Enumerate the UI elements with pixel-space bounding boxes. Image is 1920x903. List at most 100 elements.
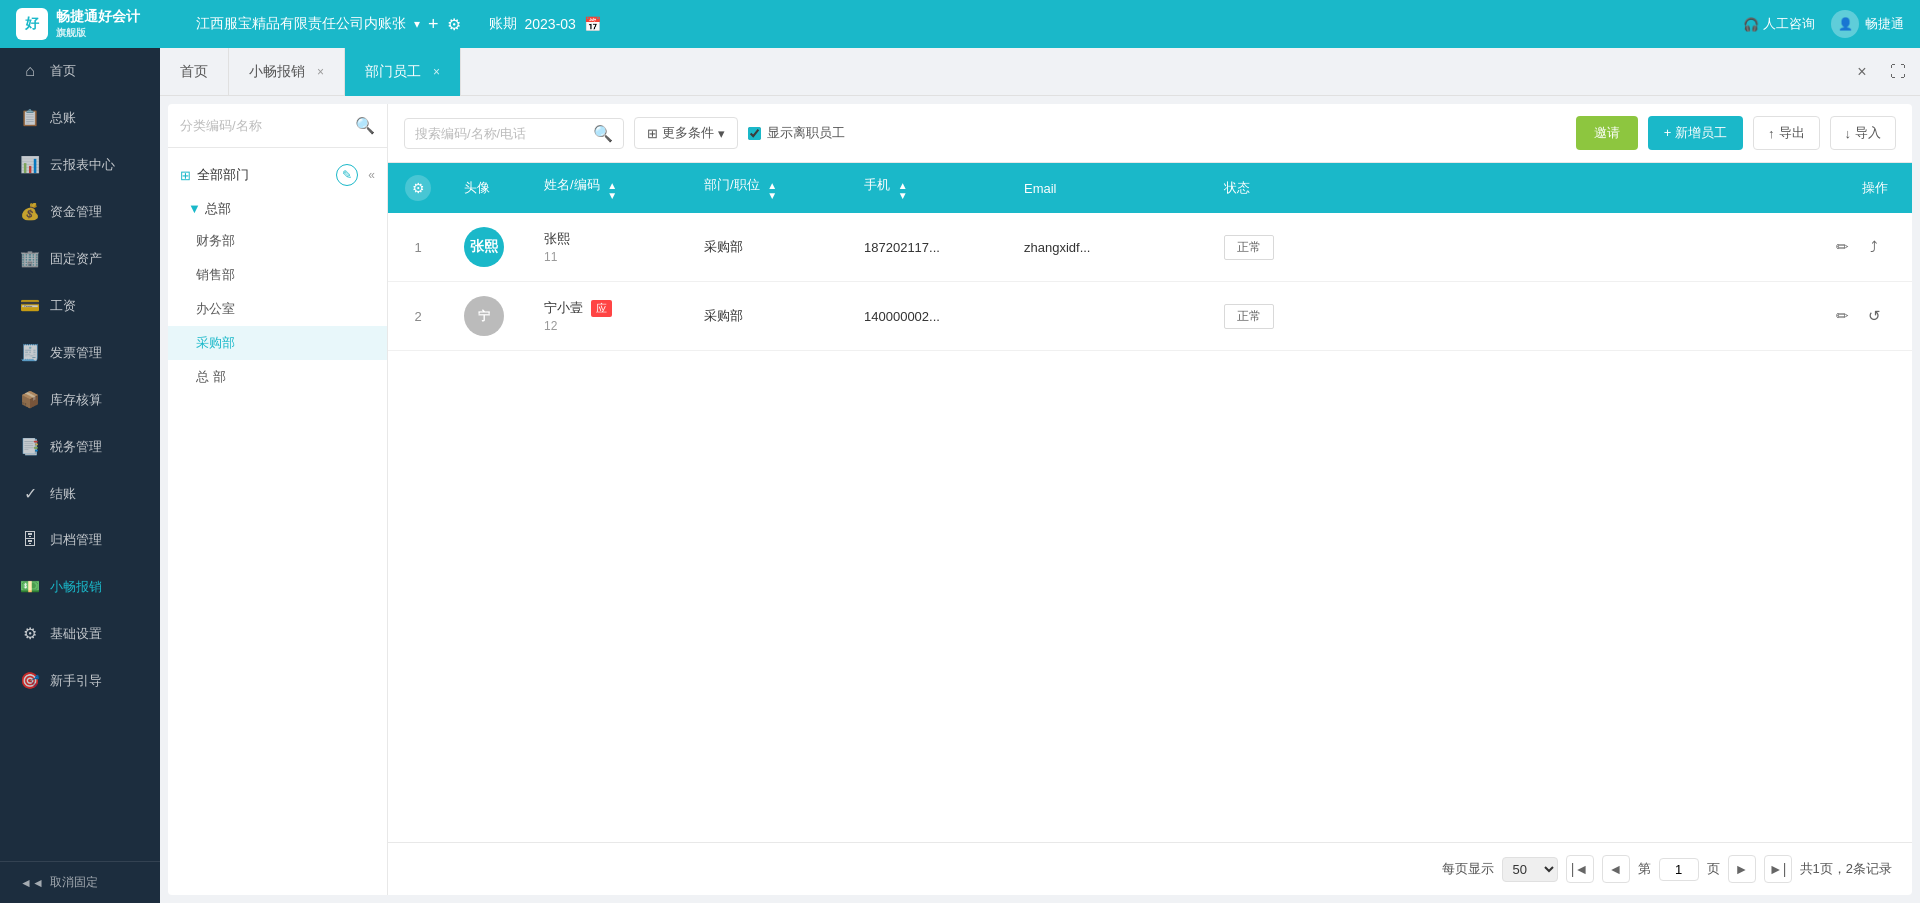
show-resigned-checkbox[interactable] <box>748 127 761 140</box>
employee-avatar: 张熙 <box>464 227 504 267</box>
tab-home[interactable]: 首页 <box>160 48 229 96</box>
user-avatar: 👤 <box>1831 10 1859 38</box>
status-badge: 正常 <box>1224 235 1274 260</box>
cancel-fixed-btn[interactable]: ◄◄ 取消固定 <box>0 861 160 903</box>
sidebar-item-reports[interactable]: 📊 云报表中心 <box>0 141 160 188</box>
employee-name: 张熙 <box>544 230 672 248</box>
th-settings: ⚙ <box>388 163 448 213</box>
tab-expense-report[interactable]: 小畅报销 × <box>229 48 345 96</box>
dept-collapse-icon[interactable]: « <box>368 168 375 182</box>
dept-finance[interactable]: 财务部 <box>168 224 387 258</box>
main-layout: ⌂ 首页 📋 总账 📊 云报表中心 💰 资金管理 🏢 固定资产 💳 工资 🧾 发… <box>0 48 1920 903</box>
emp-search-input[interactable] <box>415 126 587 141</box>
sidebar-item-ledger[interactable]: 📋 总账 <box>0 94 160 141</box>
status-badge: 正常 <box>1224 304 1274 329</box>
emp-search-icon[interactable]: 🔍 <box>593 124 613 143</box>
last-page-btn[interactable]: ►| <box>1764 855 1792 883</box>
th-email: Email <box>1008 163 1208 213</box>
ai-consult-btn[interactable]: 🎧 人工咨询 <box>1743 15 1815 33</box>
th-dept[interactable]: 部门/职位 ▲▼ <box>688 163 848 213</box>
next-page-btn[interactable]: ► <box>1728 855 1756 883</box>
th-avatar: 头像 <box>448 163 528 213</box>
dept-purchase[interactable]: 采购部 <box>168 326 387 360</box>
export-btn[interactable]: ↑ 导出 <box>1753 116 1820 150</box>
edit-btn[interactable]: ✏ <box>1828 233 1856 261</box>
dept-search-input[interactable] <box>180 118 349 133</box>
tab-expand-btn[interactable]: ⛶ <box>1884 58 1912 86</box>
dept-office[interactable]: 办公室 <box>168 292 387 326</box>
row-no: 1 <box>388 213 448 282</box>
settings-icon[interactable]: ⚙ <box>447 15 461 34</box>
dept-hq2[interactable]: 总 部 <box>168 360 387 394</box>
dept-hq-label: 总部 <box>205 201 231 216</box>
sidebar-item-archive[interactable]: 🗄 归档管理 <box>0 517 160 563</box>
invite-btn[interactable]: 邀请 <box>1576 116 1638 150</box>
sidebar-label-tax: 税务管理 <box>50 438 102 456</box>
th-ops: 操作 <box>1408 163 1912 213</box>
home-icon: ⌂ <box>20 62 40 80</box>
show-resigned-label[interactable]: 显示离职员工 <box>767 124 845 142</box>
filter-btn[interactable]: ⊞ 更多条件 ▾ <box>634 117 738 149</box>
sidebar-item-inventory[interactable]: 📦 库存核算 <box>0 376 160 423</box>
calendar-icon[interactable]: 📅 <box>584 16 601 32</box>
tab-close-btn[interactable]: × <box>1848 58 1876 86</box>
prev-page-btn[interactable]: ◄ <box>1602 855 1630 883</box>
add-company-btn[interactable]: + <box>428 14 439 35</box>
dept-search-icon[interactable]: 🔍 <box>355 116 375 135</box>
dept-edit-btn[interactable]: ✎ <box>336 164 358 186</box>
archive-icon: 🗄 <box>20 531 40 549</box>
sidebar-item-settings[interactable]: ⚙ 基础设置 <box>0 610 160 657</box>
tab-dept-close-icon[interactable]: × <box>433 65 440 79</box>
ledger-icon: 📋 <box>20 108 40 127</box>
import-btn[interactable]: ↓ 导入 <box>1830 116 1897 150</box>
th-phone[interactable]: 手机 ▲▼ <box>848 163 1008 213</box>
page-size-select[interactable]: 50 10 20 100 <box>1502 857 1558 882</box>
dept-hq2-label: 总 部 <box>196 368 226 386</box>
dept-sort-icon: ▲▼ <box>767 181 777 201</box>
row-ops-cell: ✏ ⤴ <box>1408 213 1912 282</box>
tab-expense-close-icon[interactable]: × <box>317 65 324 79</box>
dept-sales[interactable]: 销售部 <box>168 258 387 292</box>
content-area: 首页 小畅报销 × 部门员工 × × ⛶ 🔍 <box>160 48 1920 903</box>
sidebar-item-invoice[interactable]: 🧾 发票管理 <box>0 329 160 376</box>
first-page-btn[interactable]: |◄ <box>1566 855 1594 883</box>
sidebar-item-tax[interactable]: 📑 税务管理 <box>0 423 160 470</box>
col-settings-icon[interactable]: ⚙ <box>405 175 431 201</box>
row-email-cell <box>1008 282 1208 351</box>
company-dropdown-icon[interactable]: ▾ <box>414 17 420 31</box>
user-info[interactable]: 👤 畅捷通 <box>1831 10 1904 38</box>
sidebar-item-assets[interactable]: 🏢 固定资产 <box>0 235 160 282</box>
row-status-cell: 正常 <box>1208 282 1408 351</box>
dept-hq-group[interactable]: ▼ 总部 <box>168 194 387 224</box>
dept-all-header[interactable]: ⊞ 全部部门 ✎ « <box>168 156 387 194</box>
logout-btn[interactable]: ⤴ <box>1860 233 1888 261</box>
employee-dept: 采购部 <box>704 308 743 323</box>
employee-avatar: 宁 <box>464 296 504 336</box>
refresh-btn[interactable]: ↺ <box>1860 302 1888 330</box>
sidebar-item-home[interactable]: ⌂ 首页 <box>0 48 160 94</box>
tax-icon: 📑 <box>20 437 40 456</box>
pin-icon: ◄◄ <box>20 876 44 890</box>
edit-btn[interactable]: ✏ <box>1828 302 1856 330</box>
sidebar-item-funds[interactable]: 💰 资金管理 <box>0 188 160 235</box>
add-emp-btn[interactable]: + 新增员工 <box>1648 116 1743 150</box>
employee-email: zhangxidf... <box>1024 240 1091 255</box>
dept-tree: ⊞ 全部部门 ✎ « ▼ 总部 财务部 销售部 <box>168 148 387 895</box>
tab-dept-employee[interactable]: 部门员工 × <box>345 48 461 96</box>
filter-label: 更多条件 <box>662 124 714 142</box>
sidebar-item-checkout[interactable]: ✓ 结账 <box>0 470 160 517</box>
period-label: 账期 <box>489 15 517 33</box>
period-value: 2023-03 <box>525 16 576 32</box>
page-input[interactable] <box>1659 858 1699 881</box>
sidebar-item-salary[interactable]: 💳 工资 <box>0 282 160 329</box>
filter-arrow-icon: ▾ <box>718 126 725 141</box>
expense-icon: 💵 <box>20 577 40 596</box>
employee-name: 宁小壹 应 <box>544 299 672 317</box>
top-bar: 好 畅捷通好会计 旗舰版 江西服宝精品有限责任公司内账张 ▾ + ⚙ 账期 20… <box>0 0 1920 48</box>
row-name-cell: 张熙 11 <box>528 213 688 282</box>
th-name[interactable]: 姓名/编码 ▲▼ <box>528 163 688 213</box>
assets-icon: 🏢 <box>20 249 40 268</box>
row-dept-cell: 采购部 <box>688 282 848 351</box>
sidebar-item-guide[interactable]: 🎯 新手引导 <box>0 657 160 704</box>
sidebar-item-expense[interactable]: 💵 小畅报销 <box>0 563 160 610</box>
